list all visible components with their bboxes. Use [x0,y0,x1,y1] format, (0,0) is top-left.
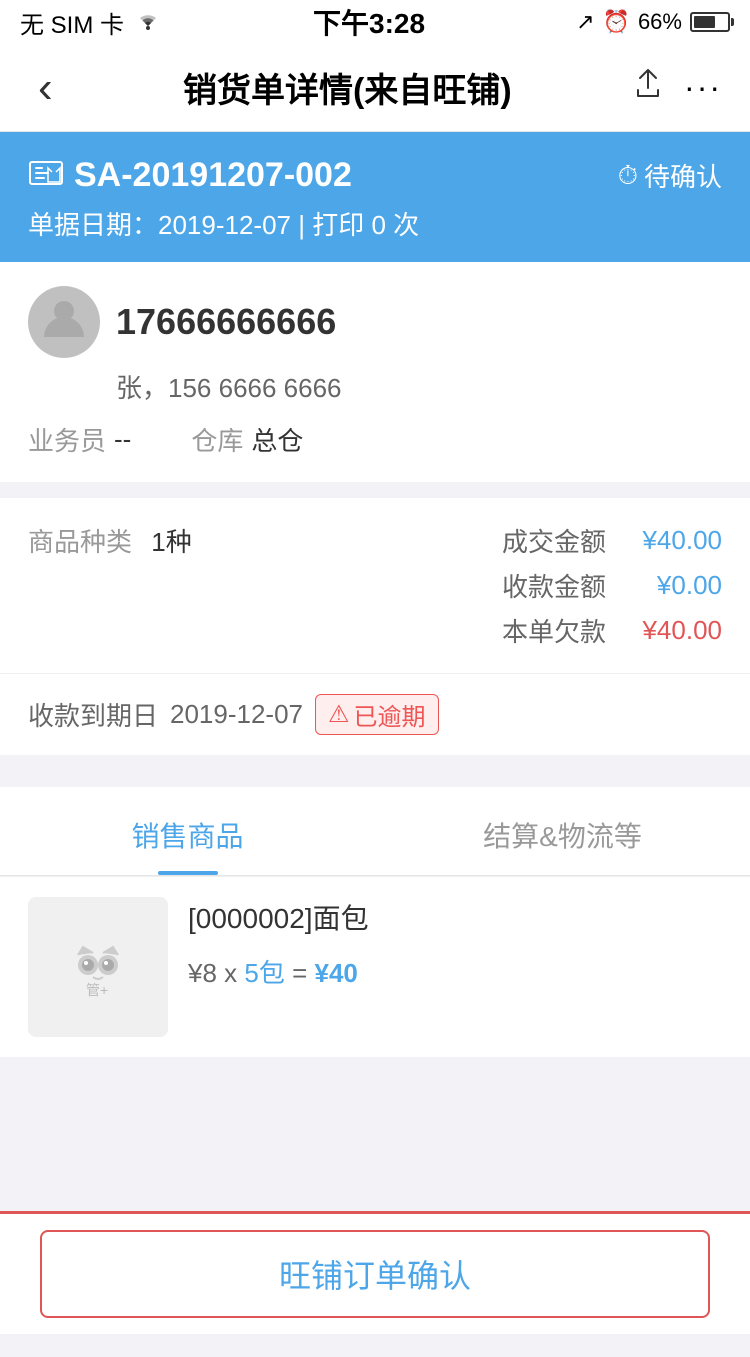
tab-settlement-logistics[interactable]: 结算&物流等 [375,787,750,875]
more-button[interactable]: ··· [684,69,722,106]
bottom-bar: 旺铺订单确认 [0,1211,750,1334]
page-title: 销货单详情(来自旺铺) [183,63,512,112]
status-clock-icon: ⏱ [618,160,638,192]
salesperson-label: 业务员 [28,421,106,458]
alarm-icon: ⏰ [603,9,630,35]
warehouse-label: 仓库 [191,421,243,458]
svg-text:管+: 管+ [86,982,108,997]
deal-amount-label: 成交金额 [502,522,606,559]
nav-bar: ‹ 销货单详情(来自旺铺) ··· [0,44,750,132]
order-date: 单据日期：2019-12-07 | 打印 0 次 [28,205,722,242]
debt-amount-label: 本单欠款 [502,612,606,649]
customer-row: 17666666666 [28,286,722,358]
product-kind-label: 商品种类 [28,527,132,557]
wifi-icon [134,8,162,37]
summary-right: 成交金额 ¥40.00 收款金额 ¥0.00 本单欠款 ¥40.00 [502,522,722,649]
product-info: [0000002]面包 ¥8 x 5包 = ¥40 [188,897,722,990]
share-button[interactable] [632,68,664,107]
order-header: SA-20191207-002 ⏱ 待确认 单据日期：2019-12-07 | … [0,132,750,262]
status-right: ↗ ⏰ 66% [576,9,730,35]
warehouse-value: 总仓 [251,421,303,458]
avatar [28,286,100,358]
status-text: 待确认 [644,157,722,194]
battery-percentage: 66% [638,9,682,35]
received-amount-value: ¥0.00 [622,570,722,601]
product-qty: 5包 [244,958,284,988]
product-thumbnail: 管+ [28,897,168,1037]
summary-section: 商品种类 1种 成交金额 ¥40.00 收款金额 ¥0.00 本单欠款 ¥40.… [0,498,750,673]
due-date-value: 2019-12-07 [170,699,303,730]
tabs-container: 销售商品 结算&物流等 [0,787,750,876]
order-status: ⏱ 待确认 [618,157,722,194]
customer-meta: 业务员 -- 仓库 总仓 [28,421,722,458]
confirm-order-button[interactable]: 旺铺订单确认 [40,1230,710,1318]
product-price: ¥8 x 5包 = ¥40 [188,953,722,990]
deal-amount-row: 成交金额 ¥40.00 [502,522,722,559]
product-total: ¥40 [314,958,357,988]
product-kind-value: 1种 [151,527,191,557]
due-date-label: 收款到期日 [28,696,158,733]
product-logo: 管+ [58,937,138,997]
summary-left: 商品种类 1种 [28,522,192,559]
overdue-text: 已逾期 [354,697,426,732]
nav-actions: ··· [632,68,722,107]
order-id-text: SA-20191207-002 [74,156,352,195]
received-amount-label: 收款金额 [502,567,606,604]
status-left: 无 SIM 卡 [20,5,162,40]
avatar-icon [40,293,88,351]
received-amount-row: 收款金额 ¥0.00 [502,567,722,604]
salesperson-field: 业务员 -- [28,421,131,458]
debt-amount-row: 本单欠款 ¥40.00 [502,612,722,649]
product-name: [0000002]面包 [188,897,722,937]
order-id-row: SA-20191207-002 ⏱ 待确认 [28,156,722,195]
back-icon: ‹ [38,63,53,112]
order-id: SA-20191207-002 [28,156,352,195]
product-item: 管+ [0000002]面包 ¥8 x 5包 = ¥40 [0,876,750,1057]
debt-amount-value: ¥40.00 [622,615,722,646]
divider-1 [0,482,750,498]
overdue-icon: ⚠ [328,700,350,729]
warehouse-field: 仓库 总仓 [191,421,303,458]
back-button[interactable]: ‹ [28,53,63,123]
order-icon [28,156,64,195]
battery-icon [690,12,730,32]
customer-section: 17666666666 张，156 6666 6666 业务员 -- 仓库 总仓 [0,262,750,482]
divider-2 [0,755,750,771]
salesperson-value: -- [114,424,131,455]
status-bar: 无 SIM 卡 下午3:28 ↗ ⏰ 66% [0,0,750,44]
due-date-section: 收款到期日 2019-12-07 ⚠ 已逾期 [0,673,750,755]
battery-fill [694,16,715,28]
tab-sales-products[interactable]: 销售商品 [0,787,375,875]
customer-phone: 17666666666 [116,301,336,343]
deal-amount-value: ¥40.00 [622,525,722,556]
price-label: ¥8 x [188,958,244,988]
overdue-badge: ⚠ 已逾期 [315,694,439,735]
status-time: 下午3:28 [313,2,425,42]
customer-name: 张，156 6666 6666 [116,368,722,405]
carrier-label: 无 SIM 卡 [20,5,124,40]
equals-sign: = [285,958,315,988]
location-icon: ↗ [576,9,594,35]
